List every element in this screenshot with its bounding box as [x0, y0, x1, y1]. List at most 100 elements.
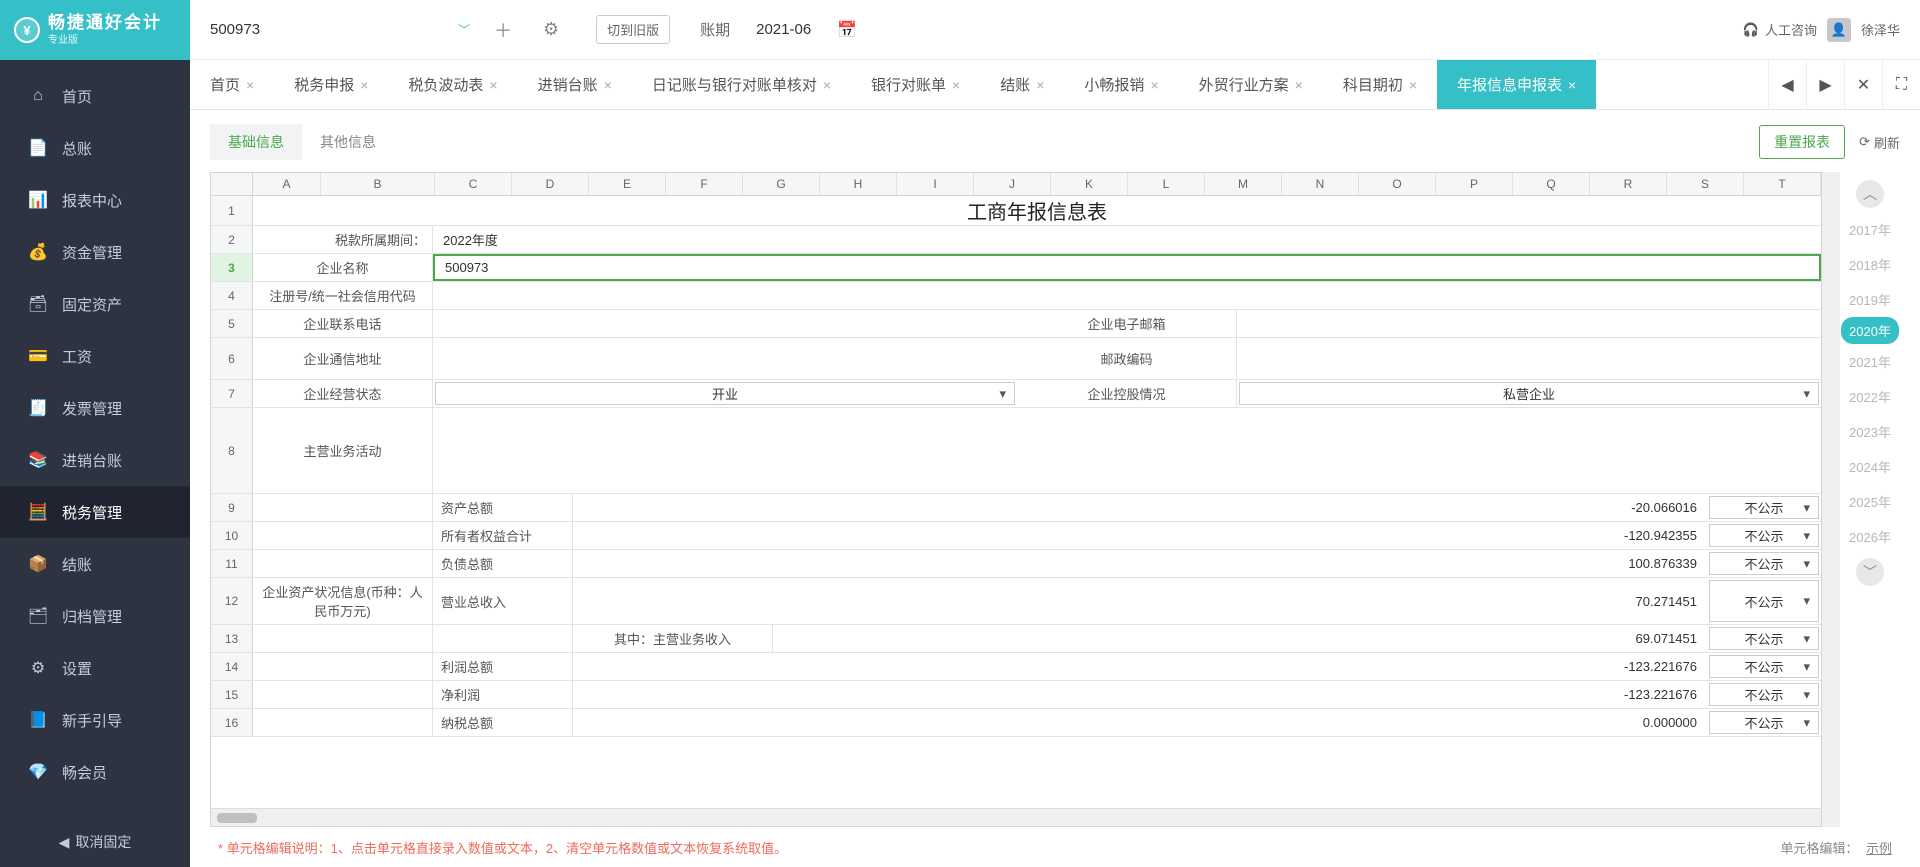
fin-sub-pub[interactable]: 不公示: [1709, 627, 1819, 650]
sheet-corner[interactable]: [211, 173, 253, 195]
example-link[interactable]: 示例: [1866, 841, 1892, 856]
year-2021年[interactable]: 2021年: [1849, 344, 1891, 379]
spreadsheet[interactable]: ABCDEFGHIJKLMNOPQRST 1工商年报信息表2税款所属期间：202…: [210, 172, 1822, 827]
fin-pub-5[interactable]: 不公示: [1709, 683, 1819, 706]
col-header-P[interactable]: P: [1436, 173, 1513, 195]
subtab-basic[interactable]: 基础信息: [210, 124, 302, 160]
account-select[interactable]: 500973: [210, 21, 260, 38]
fullscreen-button[interactable]: ⛶: [1882, 60, 1920, 109]
reset-report-button[interactable]: 重置报表: [1759, 125, 1845, 159]
year-2018年[interactable]: 2018年: [1849, 247, 1891, 282]
tab-scroll-right[interactable]: ▶: [1806, 60, 1844, 109]
tab-0[interactable]: 首页×: [190, 60, 274, 109]
year-2022年[interactable]: 2022年: [1849, 379, 1891, 414]
phone-cell[interactable]: [433, 310, 1017, 337]
nav-item-12[interactable]: 📘新手引导: [0, 694, 190, 746]
row-header-9[interactable]: 9: [211, 494, 253, 521]
tab-6[interactable]: 结账×: [980, 60, 1064, 109]
vertical-scrollbar[interactable]: [1822, 172, 1840, 827]
nav-item-4[interactable]: 🗃固定资产: [0, 278, 190, 330]
tab-9[interactable]: 科目期初×: [1323, 60, 1437, 109]
nav-item-11[interactable]: ⚙设置: [0, 642, 190, 694]
nav-item-0[interactable]: ⌂首页: [0, 70, 190, 122]
row-header-14[interactable]: 14: [211, 653, 253, 680]
tab-10[interactable]: 年报信息申报表×: [1437, 60, 1596, 109]
close-icon[interactable]: ×: [952, 77, 960, 93]
year-scroll-up[interactable]: ︿: [1856, 180, 1884, 208]
close-icon[interactable]: ×: [823, 77, 831, 93]
col-header-G[interactable]: G: [743, 173, 820, 195]
nav-item-3[interactable]: 💰资金管理: [0, 226, 190, 278]
close-icon[interactable]: ×: [1150, 77, 1158, 93]
row-header-1[interactable]: 1: [211, 196, 253, 225]
year-2020年[interactable]: 2020年: [1841, 317, 1899, 344]
col-header-L[interactable]: L: [1128, 173, 1205, 195]
tab-scroll-left[interactable]: ◀: [1768, 60, 1806, 109]
close-icon[interactable]: ×: [1295, 77, 1303, 93]
fin-value-0[interactable]: -20.066016: [573, 494, 1707, 521]
col-header-E[interactable]: E: [589, 173, 666, 195]
tab-7[interactable]: 小畅报销×: [1064, 60, 1178, 109]
row-header-5[interactable]: 5: [211, 310, 253, 337]
fin-pub-2[interactable]: 不公示: [1709, 552, 1819, 575]
col-header-I[interactable]: I: [897, 173, 974, 195]
main-activity-cell[interactable]: [433, 408, 1821, 493]
close-icon[interactable]: ×: [246, 77, 254, 93]
old-version-button[interactable]: 切到旧版: [596, 15, 670, 44]
fin-pub-0[interactable]: 不公示: [1709, 496, 1819, 519]
tab-1[interactable]: 税务申报×: [274, 60, 388, 109]
col-header-J[interactable]: J: [974, 173, 1051, 195]
caret-down-icon[interactable]: ﹀: [458, 21, 470, 38]
unpin-button[interactable]: ◀ 取消固定: [0, 817, 190, 867]
col-header-O[interactable]: O: [1359, 173, 1436, 195]
row-header-6[interactable]: 6: [211, 338, 253, 379]
year-2024年[interactable]: 2024年: [1849, 449, 1891, 484]
nav-item-7[interactable]: 📚进销台账: [0, 434, 190, 486]
fin-pub-1[interactable]: 不公示: [1709, 524, 1819, 547]
nav-item-9[interactable]: 📦结账: [0, 538, 190, 590]
row-header-3[interactable]: 3: [211, 254, 253, 281]
postal-cell[interactable]: [1237, 338, 1821, 379]
period-value-cell[interactable]: 2022年度: [433, 226, 1821, 253]
tab-4[interactable]: 日记账与银行对账单核对×: [632, 60, 851, 109]
row-header-2[interactable]: 2: [211, 226, 253, 253]
fin-value-4[interactable]: -123.221676: [573, 653, 1707, 680]
tab-5[interactable]: 银行对账单×: [851, 60, 980, 109]
tab-3[interactable]: 进销台账×: [518, 60, 632, 109]
fin-pub-3[interactable]: 不公示: [1709, 580, 1819, 622]
fin-value-3[interactable]: 70.271451: [713, 578, 1707, 624]
fin-pub-4[interactable]: 不公示: [1709, 655, 1819, 678]
close-icon[interactable]: ×: [604, 77, 612, 93]
address-cell[interactable]: [433, 338, 1017, 379]
row-header-8[interactable]: 8: [211, 408, 253, 493]
col-header-N[interactable]: N: [1282, 173, 1359, 195]
nav-item-8[interactable]: 🧮税务管理: [0, 486, 190, 538]
col-header-S[interactable]: S: [1667, 173, 1744, 195]
horizontal-scrollbar[interactable]: [211, 808, 1821, 826]
fin-sub-value[interactable]: 69.071451: [773, 625, 1707, 652]
operating-status-select[interactable]: 开业: [435, 382, 1015, 405]
year-2026年[interactable]: 2026年: [1849, 519, 1891, 554]
col-header-K[interactable]: K: [1051, 173, 1128, 195]
col-header-T[interactable]: T: [1744, 173, 1821, 195]
fin-value-2[interactable]: 100.876339: [573, 550, 1707, 577]
fin-value-5[interactable]: -123.221676: [573, 681, 1707, 708]
support-button[interactable]: 🎧 人工咨询: [1743, 20, 1817, 39]
year-2025年[interactable]: 2025年: [1849, 484, 1891, 519]
row-header-4[interactable]: 4: [211, 282, 253, 309]
subtab-other[interactable]: 其他信息: [302, 124, 394, 160]
col-header-B[interactable]: B: [321, 173, 435, 195]
nav-item-2[interactable]: 📊报表中心: [0, 174, 190, 226]
year-2019年[interactable]: 2019年: [1849, 282, 1891, 317]
nav-item-6[interactable]: 🧾发票管理: [0, 382, 190, 434]
tab-close-all[interactable]: ✕: [1844, 60, 1882, 109]
tab-2[interactable]: 税负波动表×: [388, 60, 517, 109]
tab-8[interactable]: 外贸行业方案×: [1179, 60, 1323, 109]
reg-code-cell[interactable]: [433, 282, 1821, 309]
close-icon[interactable]: ×: [1036, 77, 1044, 93]
fin-value-1[interactable]: -120.942355: [573, 522, 1707, 549]
year-scroll-down[interactable]: ﹀: [1856, 558, 1884, 586]
col-header-Q[interactable]: Q: [1513, 173, 1590, 195]
col-header-F[interactable]: F: [666, 173, 743, 195]
close-icon[interactable]: ×: [1568, 77, 1576, 93]
